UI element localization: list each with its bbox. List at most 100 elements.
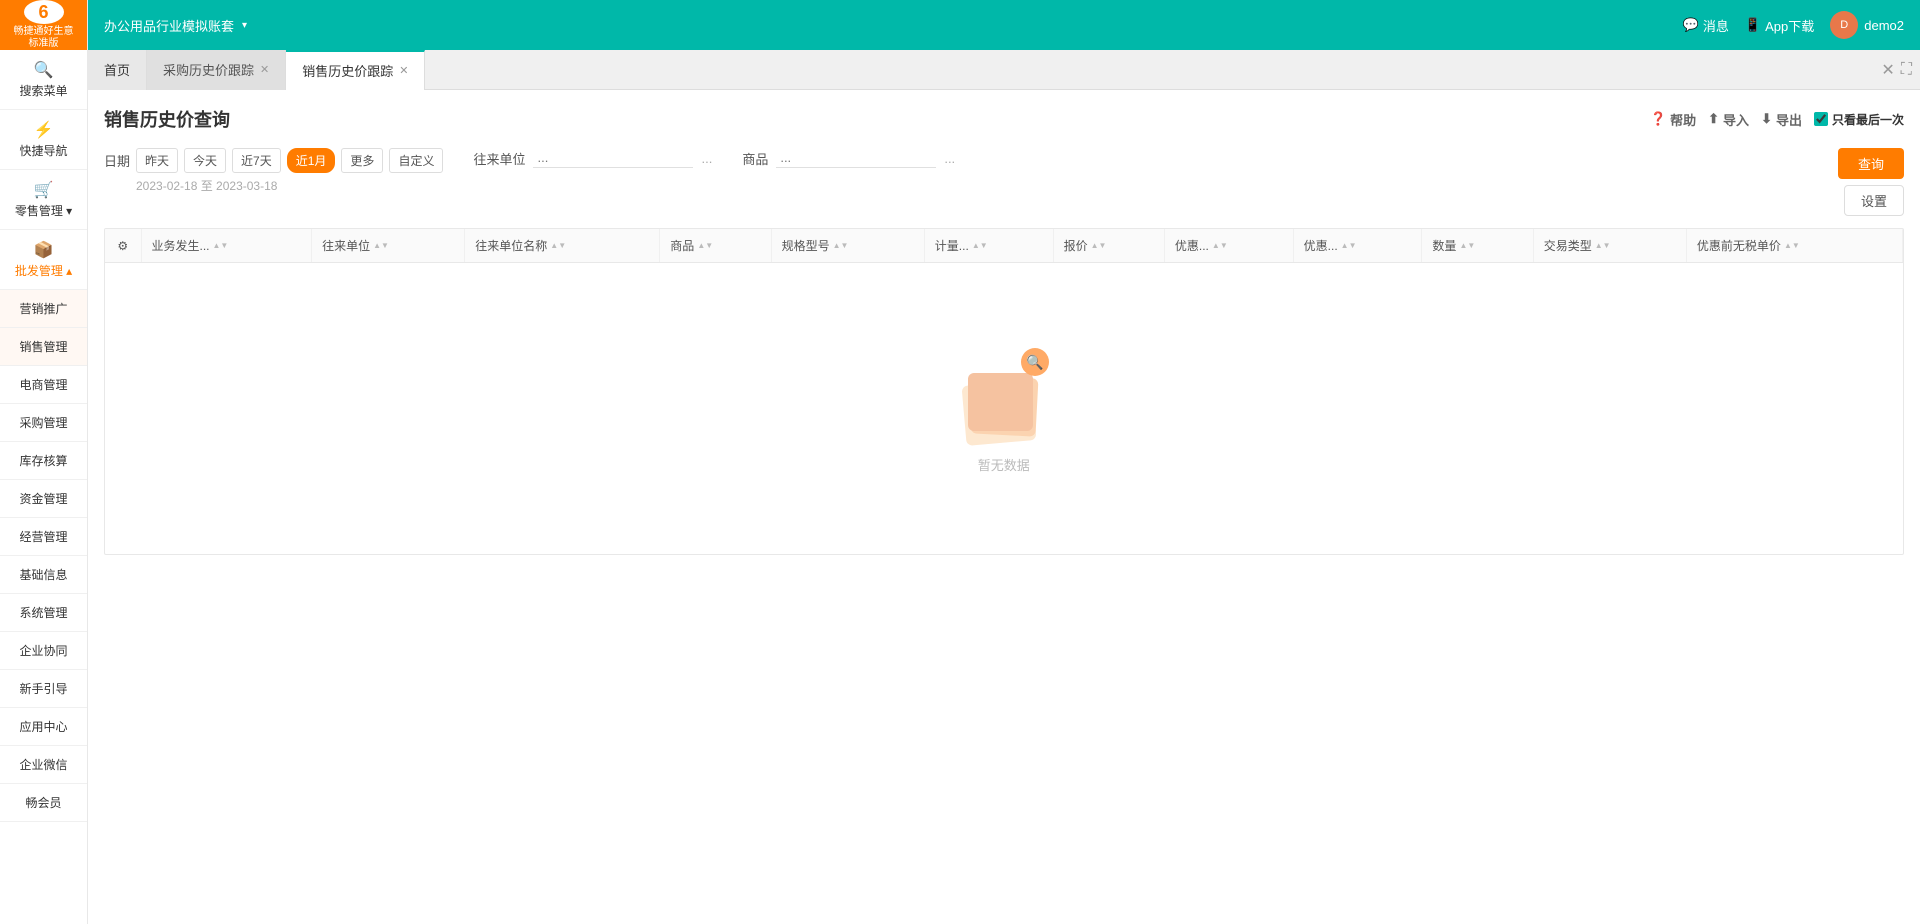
sidebar-item-apps[interactable]: 应用中心 [0, 708, 87, 746]
sidebar-item-nav[interactable]: ⚡ 快捷导航 [0, 110, 87, 170]
import-btn[interactable]: ⬆ 导入 [1708, 110, 1749, 129]
empty-icon: 🔍 [954, 343, 1054, 443]
tab-home[interactable]: 首页 [88, 50, 147, 90]
date-range-display: 2023-02-18 至 2023-03-18 [104, 177, 443, 194]
only-last-checkbox[interactable] [1814, 112, 1828, 126]
product-dots: ... [944, 151, 955, 166]
date-btn-custom[interactable]: 自定义 [389, 148, 443, 173]
product-input[interactable] [776, 148, 936, 168]
col-business-date[interactable]: 业务发生... ▲▼ [141, 229, 312, 263]
user-name: demo2 [1864, 18, 1904, 33]
empty-text: 暂无数据 [978, 455, 1030, 474]
product-label: 商品 [742, 149, 768, 168]
sidebar-item-label: 搜索菜单 [19, 84, 67, 98]
customer-dots: ... [701, 151, 712, 166]
sidebar-item-label: 应用中心 [19, 720, 67, 734]
tab-sales-close[interactable]: ✕ [399, 64, 408, 77]
table: ⚙ 业务发生... ▲▼ 往来单位 [105, 229, 1903, 554]
sort-icon: ▲▼ [833, 241, 849, 250]
col-customer-code[interactable]: 往来单位 ▲▼ [312, 229, 465, 263]
col-unit[interactable]: 计量... ▲▼ [924, 229, 1053, 263]
table-header-row: ⚙ 业务发生... ▲▼ 往来单位 [105, 229, 1903, 263]
col-qty[interactable]: 数量 ▲▼ [1422, 229, 1533, 263]
sort-icon: ▲▼ [1341, 241, 1357, 250]
query-button[interactable]: 查询 [1838, 148, 1904, 179]
user-avatar: D [1830, 11, 1858, 39]
sidebar-item-wechat[interactable]: 企业微信 [0, 746, 87, 784]
sidebar-item-ecommerce[interactable]: 电商管理 [0, 366, 87, 404]
date-btn-more[interactable]: 更多 [341, 148, 383, 173]
app-logo[interactable]: 6 畅捷通好生意 标准版 [0, 0, 87, 50]
sidebar-item-sales[interactable]: 销售管理 [0, 328, 87, 366]
sort-icon: ▲▼ [1212, 241, 1228, 250]
sidebar-item-basic[interactable]: 基础信息 [0, 556, 87, 594]
col-trade-type[interactable]: 交易类型 ▲▼ [1533, 229, 1686, 263]
page: 销售历史价查询 ❓ 帮助 ⬆ 导入 ⬇ 导出 [88, 90, 1920, 571]
col-discount2[interactable]: 优惠... ▲▼ [1293, 229, 1422, 263]
tab-sales[interactable]: 销售历史价跟踪 ✕ [286, 50, 425, 90]
top-header: 办公用品行业模拟账套 ▾ 💬 消息 📱 App下载 D demo2 [88, 0, 1920, 50]
message-icon: 💬 [1683, 17, 1699, 33]
sidebar-item-management[interactable]: 经营管理 [0, 518, 87, 556]
sidebar-item-finance[interactable]: 资金管理 [0, 480, 87, 518]
col-price[interactable]: 报价 ▲▼ [1053, 229, 1164, 263]
col-product[interactable]: 商品 ▲▼ [660, 229, 771, 263]
message-btn[interactable]: 💬 消息 [1683, 16, 1729, 35]
content-area: 销售历史价查询 ❓ 帮助 ⬆ 导入 ⬇ 导出 [88, 90, 1920, 924]
date-btn-1month[interactable]: 近1月 [287, 148, 336, 173]
sidebar: 6 畅捷通好生意 标准版 🔍 搜索菜单 ⚡ 快捷导航 🛒 零售管理 ▾ 📦 批发… [0, 0, 88, 924]
sort-icon: ▲▼ [1784, 241, 1800, 250]
page-title-row: 销售历史价查询 ❓ 帮助 ⬆ 导入 ⬇ 导出 [104, 106, 1904, 132]
sort-icon: ▲▼ [697, 241, 713, 250]
date-btn-yesterday[interactable]: 昨天 [136, 148, 178, 173]
sidebar-item-member[interactable]: 畅会员 [0, 784, 87, 822]
app-name: 畅捷通好生意 [14, 26, 74, 38]
sidebar-item-label: 库存核算 [19, 454, 67, 468]
tab-close-all-btn[interactable]: ✕ [1881, 60, 1894, 80]
tab-purchase[interactable]: 采购历史价跟踪 ✕ [147, 50, 286, 90]
tab-purchase-label: 采购历史价跟踪 [163, 60, 254, 79]
sidebar-item-label: 企业微信 [19, 758, 67, 772]
sidebar-item-label: 营销推广 [19, 302, 67, 316]
app-download-btn[interactable]: 📱 App下载 [1745, 16, 1814, 35]
help-btn[interactable]: ❓ 帮助 [1650, 110, 1696, 129]
page-actions: ❓ 帮助 ⬆ 导入 ⬇ 导出 只看最后一次 [1650, 110, 1904, 129]
sort-icon: ▲▼ [1459, 241, 1475, 250]
sidebar-item-inventory[interactable]: 库存核算 [0, 442, 87, 480]
col-pretax-price[interactable]: 优惠前无税单价 ▲▼ [1686, 229, 1902, 263]
sidebar-item-collab[interactable]: 企业协同 [0, 632, 87, 670]
date-btn-today[interactable]: 今天 [184, 148, 226, 173]
sort-icon: ▲▼ [373, 241, 389, 250]
empty-row: 🔍 暂无数据 [105, 263, 1903, 555]
user-info[interactable]: D demo2 [1830, 11, 1904, 39]
sort-icon: ▲▼ [1091, 241, 1107, 250]
col-discount1[interactable]: 优惠... ▲▼ [1164, 229, 1293, 263]
tab-purchase-close[interactable]: ✕ [260, 63, 269, 76]
export-btn[interactable]: ⬇ 导出 [1761, 110, 1802, 129]
settings-button[interactable]: 设置 [1844, 185, 1904, 216]
query-btn-group: 查询 设置 [1838, 148, 1904, 216]
sidebar-item-label: 畅会员 [25, 796, 61, 810]
sidebar-item-purchase[interactable]: 采购管理 [0, 404, 87, 442]
tab-actions: ✕ ⛶ [1873, 60, 1920, 80]
col-customer-name[interactable]: 往来单位名称 ▲▼ [465, 229, 660, 263]
table-body: 🔍 暂无数据 [105, 263, 1903, 555]
sidebar-item-label: 批发管理 ▴ [15, 264, 72, 278]
dropdown-arrow-icon[interactable]: ▾ [242, 20, 247, 31]
date-btn-7days[interactable]: 近7天 [232, 148, 281, 173]
sidebar-item-system[interactable]: 系统管理 [0, 594, 87, 632]
sidebar-item-retail[interactable]: 🛒 零售管理 ▾ [0, 170, 87, 230]
export-icon: ⬇ [1761, 111, 1772, 127]
only-last-checkbox-label[interactable]: 只看最后一次 [1814, 110, 1904, 129]
sidebar-item-guide[interactable]: 新手引导 [0, 670, 87, 708]
customer-input[interactable] [533, 148, 693, 168]
sidebar-item-marketing[interactable]: 营销推广 [0, 290, 87, 328]
sort-icon: ▲▼ [213, 241, 229, 250]
sidebar-item-wholesale[interactable]: 📦 批发管理 ▴ [0, 230, 87, 290]
gear-icon[interactable]: ⚙ [117, 239, 128, 253]
dropdown-label[interactable]: 办公用品行业模拟账套 [104, 16, 234, 35]
col-spec[interactable]: 规格型号 ▲▼ [771, 229, 924, 263]
sidebar-item-search[interactable]: 🔍 搜索菜单 [0, 50, 87, 110]
tab-maximize-btn[interactable]: ⛶ [1901, 61, 1912, 79]
page-title: 销售历史价查询 [104, 106, 230, 132]
